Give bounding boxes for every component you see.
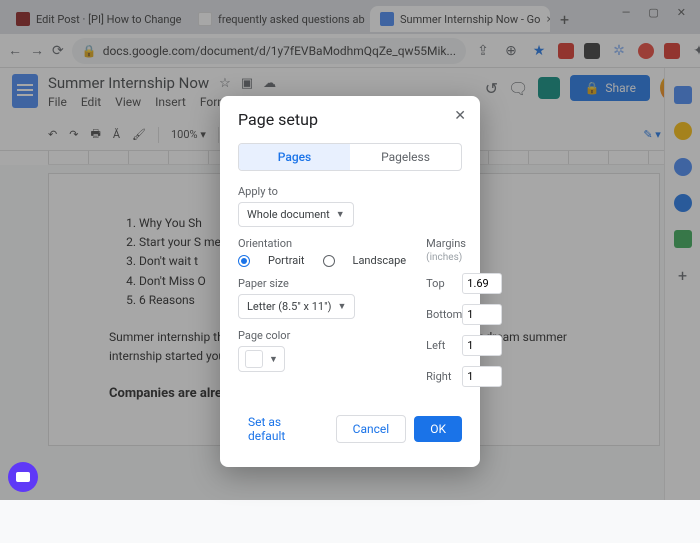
margin-top-input[interactable]: [462, 273, 502, 294]
dialog-tabs: Pages Pageless: [238, 143, 462, 171]
margin-right-input[interactable]: [462, 366, 502, 387]
apply-to-dropdown[interactable]: Whole document ▼: [238, 202, 354, 227]
margins-label: Margins (inches): [426, 237, 502, 263]
orientation-label: Orientation: [238, 237, 406, 250]
ok-button[interactable]: OK: [414, 416, 462, 442]
margin-left-label: Left: [426, 339, 445, 352]
apply-to-label: Apply to: [238, 185, 462, 198]
paper-size-value: Letter (8.5" x 11"): [247, 300, 331, 313]
tab-pages[interactable]: Pages: [239, 144, 350, 170]
page-color-dropdown[interactable]: ▼: [238, 346, 285, 372]
color-swatch: [245, 350, 263, 368]
margin-left-input[interactable]: [462, 335, 502, 356]
page-color-label: Page color: [238, 329, 406, 342]
apply-to-value: Whole document: [247, 208, 330, 221]
paper-size-dropdown[interactable]: Letter (8.5" x 11") ▼: [238, 294, 355, 319]
paper-size-label: Paper size: [238, 277, 406, 290]
chevron-down-icon: ▼: [337, 301, 346, 312]
page-setup-dialog: ✕ Page setup Pages Pageless Apply to Who…: [220, 96, 480, 467]
meet-bubble-icon[interactable]: [8, 462, 38, 492]
dialog-close-icon[interactable]: ✕: [454, 108, 466, 124]
margin-bottom-input[interactable]: [462, 304, 502, 325]
set-as-default-button[interactable]: Set as default: [238, 409, 320, 449]
tab-pageless[interactable]: Pageless: [350, 144, 461, 170]
margin-bottom-label: Bottom: [426, 308, 462, 321]
margin-top-label: Top: [426, 277, 444, 290]
dialog-title: Page setup: [238, 110, 462, 129]
radio-landscape[interactable]: [323, 255, 335, 267]
cancel-button[interactable]: Cancel: [336, 415, 407, 443]
margin-right-label: Right: [426, 370, 451, 383]
chevron-down-icon: ▼: [336, 209, 345, 220]
chevron-down-icon: ▼: [269, 354, 278, 365]
radio-portrait[interactable]: [238, 255, 250, 267]
landscape-label: Landscape: [353, 254, 407, 267]
portrait-label: Portrait: [268, 254, 305, 267]
